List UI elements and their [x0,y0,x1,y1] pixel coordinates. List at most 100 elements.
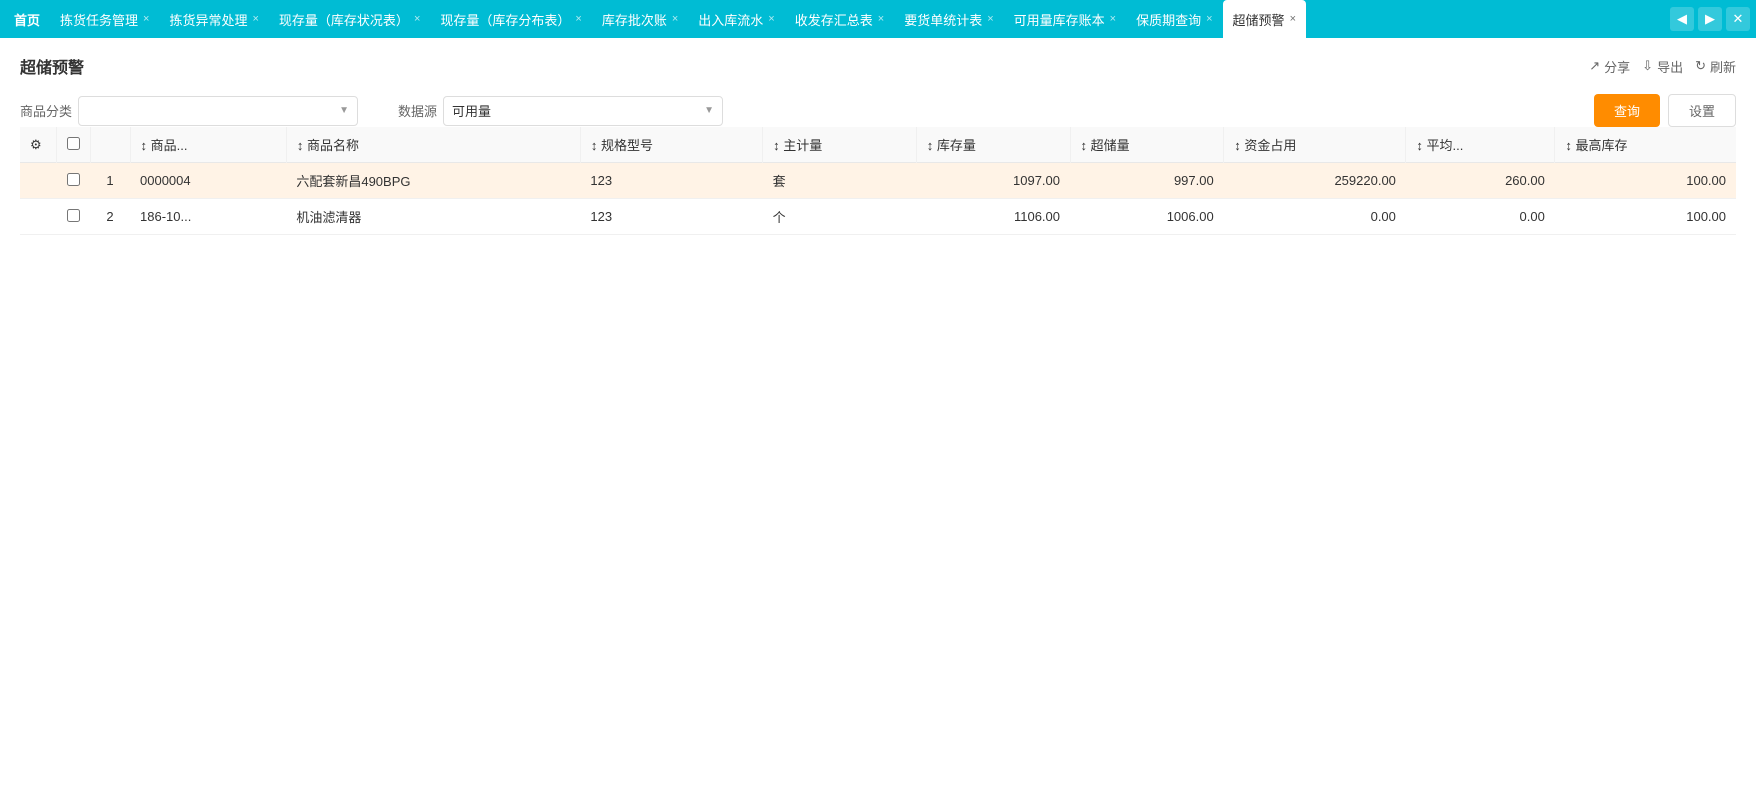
row-overstock-0: 997.00 [1070,163,1224,199]
nav-tab-9[interactable]: 保质期查询 × [1126,0,1222,38]
row-checkbox-cell-1[interactable] [56,199,90,235]
nav-tab-label-1: 拣货异常处理 [169,10,247,29]
nav-tab-label-6: 收发存汇总表 [795,10,873,29]
nav-tab-7[interactable]: 要货单统计表 × [894,0,1003,38]
nav-tab-close-10[interactable]: × [1290,13,1296,25]
nav-tab-10[interactable]: 超储预警 × [1223,0,1306,38]
row-gear-0 [20,163,56,199]
nav-home[interactable]: 首页 [4,0,50,38]
nav-tab-close-0[interactable]: × [143,13,149,25]
row-product-code-0: 0000004 [130,163,286,199]
datasource-select[interactable]: 可用量 ▼ [443,96,723,126]
table-row: 2 186-10... 机油滤清器 123 个 1106.00 1006.00 … [20,199,1736,235]
nav-tab-label-10: 超储预警 [1233,10,1285,29]
row-product-name-1: 机油滤清器 [286,199,580,235]
col-avg[interactable]: ↕ 平均... [1406,127,1555,163]
settings-button[interactable]: 设置 [1668,94,1736,127]
nav-tab-close-8[interactable]: × [1110,13,1116,25]
col-checkbox [56,127,90,163]
nav-tab-5[interactable]: 出入库流水 × [688,0,784,38]
nav-tab-label-2: 现存量（库存状况表） [279,10,409,29]
nav-tab-close-7[interactable]: × [987,13,993,25]
page-title: 超储预警 [20,54,84,78]
nav-arrows: ◀ ▶ ✕ [1668,7,1752,31]
row-product-name-0: 六配套新昌490BPG [286,163,580,199]
nav-tab-label-9: 保质期查询 [1136,10,1201,29]
filter-datasource-group: 数据源 可用量 ▼ [398,96,723,126]
category-select[interactable]: ▼ [78,96,358,126]
data-table: ⚙ ↕ 商品... ↕ 商品名称 ↕ 规格型号 ↕ 主计量 ↕ [20,127,1736,235]
nav-tab-close-6[interactable]: × [878,13,884,25]
row-num-1: 2 [90,199,130,235]
header-actions: ↗ 分享 ⇩ 导出 ↻ 刷新 [1589,57,1736,76]
row-gear-1 [20,199,56,235]
nav-tab-6[interactable]: 收发存汇总表 × [785,0,894,38]
nav-close-button[interactable]: ✕ [1726,7,1750,31]
category-chevron-icon: ▼ [339,105,349,116]
datasource-chevron-icon: ▼ [704,105,714,116]
refresh-icon: ↻ [1695,58,1706,74]
share-button[interactable]: ↗ 分享 [1589,57,1630,76]
row-avg-1: 0.00 [1406,199,1555,235]
nav-tab-2[interactable]: 现存量（库存状况表） × [269,0,430,38]
row-unit-1: 个 [763,199,917,235]
nav-tab-close-5[interactable]: × [768,13,774,25]
row-max-stock-1: 100.00 [1555,199,1736,235]
row-spec-1: 123 [580,199,762,235]
nav-tab-0[interactable]: 拣货任务管理 × [50,0,159,38]
row-checkbox-0[interactable] [67,173,80,186]
table-body: 1 0000004 六配套新昌490BPG 123 套 1097.00 997.… [20,163,1736,235]
export-button[interactable]: ⇩ 导出 [1642,57,1683,76]
row-max-stock-0: 100.00 [1555,163,1736,199]
select-all-checkbox[interactable] [67,137,80,150]
row-unit-0: 套 [763,163,917,199]
datasource-select-value: 可用量 [452,101,491,120]
row-avg-0: 260.00 [1406,163,1555,199]
row-spec-0: 123 [580,163,762,199]
datasource-label: 数据源 [398,101,437,120]
nav-tab-close-9[interactable]: × [1206,13,1212,25]
nav-tab-close-3[interactable]: × [575,13,581,25]
query-button[interactable]: 查询 [1594,94,1660,127]
table-header: ⚙ ↕ 商品... ↕ 商品名称 ↕ 规格型号 ↕ 主计量 ↕ [20,127,1736,163]
row-checkbox-1[interactable] [67,209,80,222]
col-product-name[interactable]: ↕ 商品名称 [286,127,580,163]
nav-next-button[interactable]: ▶ [1698,7,1722,31]
nav-prev-button[interactable]: ◀ [1670,7,1694,31]
nav-tab-label-7: 要货单统计表 [904,10,982,29]
row-num-0: 1 [90,163,130,199]
category-label: 商品分类 [20,101,72,120]
nav-tab-3[interactable]: 现存量（库存分布表） × [430,0,591,38]
export-icon: ⇩ [1642,58,1653,74]
nav-tab-label-8: 可用量库存账本 [1014,10,1105,29]
top-nav: 首页 拣货任务管理×拣货异常处理×现存量（库存状况表）×现存量（库存分布表）×库… [0,0,1756,38]
nav-tab-4[interactable]: 库存批次账 × [592,0,688,38]
nav-tab-close-1[interactable]: × [252,13,258,25]
col-gear[interactable]: ⚙ [20,127,56,163]
nav-tab-close-2[interactable]: × [414,13,420,25]
filter-row: 商品分类 ▼ 数据源 可用量 ▼ 查询 设置 [20,94,1736,127]
table-row: 1 0000004 六配套新昌490BPG 123 套 1097.00 997.… [20,163,1736,199]
row-stock-0: 1097.00 [916,163,1070,199]
col-stock[interactable]: ↕ 库存量 [916,127,1070,163]
row-checkbox-cell-0[interactable] [56,163,90,199]
col-unit[interactable]: ↕ 主计量 [763,127,917,163]
nav-tab-label-4: 库存批次账 [602,10,667,29]
nav-tab-label-3: 现存量（库存分布表） [440,10,570,29]
nav-tab-label-0: 拣货任务管理 [60,10,138,29]
col-product-code[interactable]: ↕ 商品... [130,127,286,163]
nav-tab-close-4[interactable]: × [672,13,678,25]
col-spec[interactable]: ↕ 规格型号 [580,127,762,163]
filter-category-group: 商品分类 ▼ [20,96,358,126]
refresh-button[interactable]: ↻ 刷新 [1695,57,1736,76]
filter-right-buttons: 查询 设置 [1594,94,1736,127]
col-capital-use[interactable]: ↕ 资金占用 [1224,127,1406,163]
nav-tab-label-5: 出入库流水 [698,10,763,29]
nav-tab-8[interactable]: 可用量库存账本 × [1004,0,1126,38]
nav-tab-1[interactable]: 拣货异常处理 × [159,0,268,38]
col-overstock[interactable]: ↕ 超储量 [1070,127,1224,163]
row-product-code-1: 186-10... [130,199,286,235]
row-overstock-1: 1006.00 [1070,199,1224,235]
col-max-stock[interactable]: ↕ 最高库存 [1555,127,1736,163]
row-stock-1: 1106.00 [916,199,1070,235]
